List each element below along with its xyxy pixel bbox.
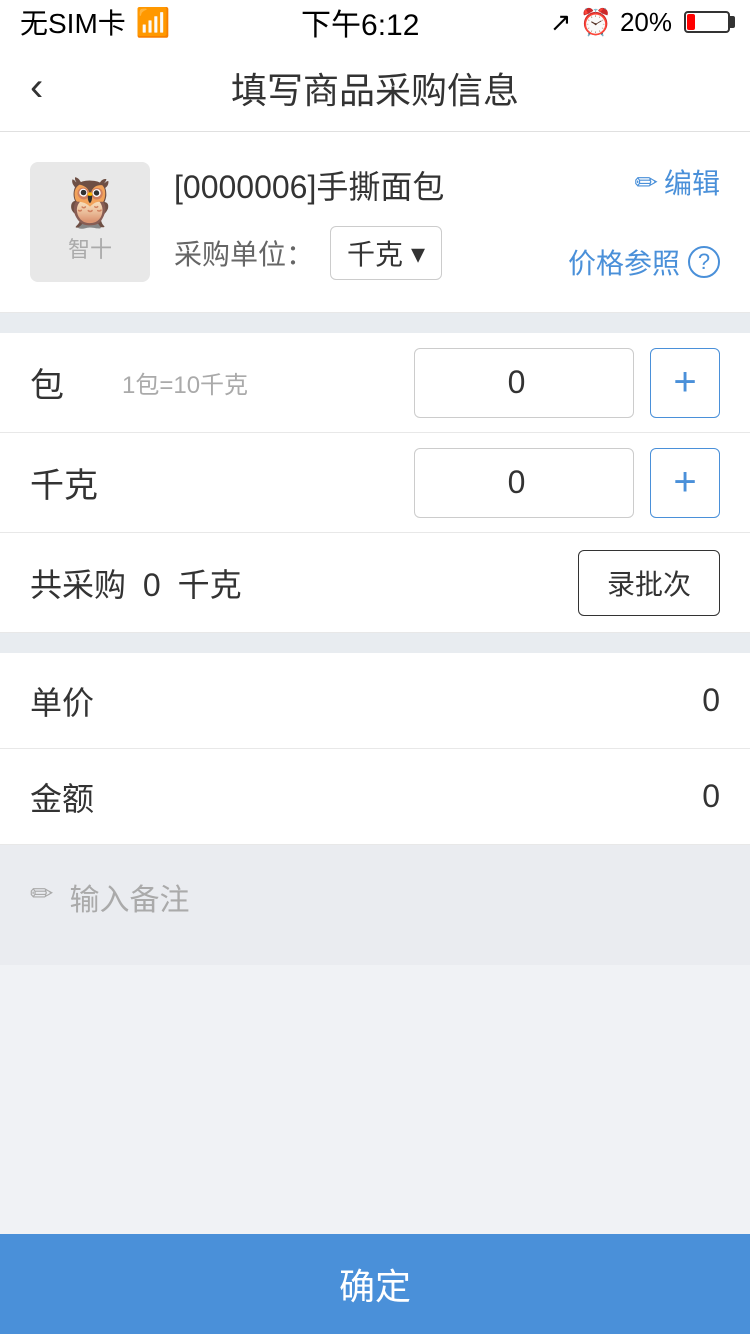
kg-plus-button[interactable]: + [650, 448, 720, 518]
status-bar: 无SIM卡 📶 下午6:12 ↗ ⏰ 20% [0, 0, 750, 44]
kg-label: 千克 [30, 458, 110, 507]
amount-value: 0 [702, 778, 720, 815]
pencil-icon: ✏ [30, 877, 53, 910]
location-icon: ↗ [550, 7, 572, 38]
plus-icon: + [673, 360, 696, 405]
bag-plus-button[interactable]: + [650, 348, 720, 418]
summary-row: 共采购 0 千克 录批次 [0, 533, 750, 633]
page-title: 填写商品采购信息 [231, 62, 519, 114]
amount-label: 金额 [30, 774, 94, 820]
product-thumb-owl-icon: 🦉 [60, 180, 120, 228]
status-left: 无SIM卡 📶 [20, 2, 171, 42]
product-thumbnail: 🦉 智十 [30, 162, 150, 282]
unit-value: 千克 [347, 233, 403, 273]
amount-row: 金额 0 [0, 749, 750, 845]
notes-section[interactable]: ✏ 输入备注 [0, 845, 750, 965]
section-divider-1 [0, 313, 750, 333]
edit-button[interactable]: ✏ 编辑 [635, 162, 720, 202]
status-right: ↗ ⏰ 20% [550, 7, 730, 38]
battery-text: 20% [620, 7, 672, 38]
confirm-button[interactable]: 确定 [0, 1234, 750, 1334]
unit-label: 采购单位： [174, 233, 314, 273]
status-time: 下午6:12 [301, 0, 419, 44]
unit-price-value: 0 [702, 682, 720, 719]
back-button[interactable]: ‹ [30, 65, 43, 110]
unit-price-label: 单价 [30, 678, 94, 724]
section-divider-2 [0, 633, 750, 653]
bag-sub-label: 1包=10千克 [122, 365, 414, 400]
carrier-text: 无SIM卡 [20, 2, 126, 42]
price-section: 单价 0 金额 0 [0, 653, 750, 845]
summary-prefix: 共采购 [30, 567, 126, 603]
batch-button[interactable]: 录批次 [578, 550, 720, 616]
bag-input[interactable] [414, 348, 634, 418]
nav-bar: ‹ 填写商品采购信息 [0, 44, 750, 132]
kg-input-row: 千克 + [0, 433, 750, 533]
notes-placeholder: 输入备注 [69, 875, 189, 919]
battery-icon [684, 11, 730, 33]
bag-input-row: 包 1包=10千克 + [0, 333, 750, 433]
kg-input[interactable] [414, 448, 634, 518]
product-thumb-label: 智十 [68, 232, 112, 264]
alarm-icon: ⏰ [580, 7, 612, 38]
kg-input-wrap: + [414, 448, 720, 518]
unit-price-row: 单价 0 [0, 653, 750, 749]
bag-input-wrap: + [414, 348, 720, 418]
wifi-icon: 📶 [136, 6, 171, 39]
price-ref-label: 价格参照 [568, 242, 680, 282]
edit-label: 编辑 [664, 162, 720, 202]
summary-value: 0 [143, 567, 161, 603]
price-ref-button[interactable]: 价格参照 ? [568, 242, 720, 282]
bag-label: 包 [30, 358, 110, 407]
question-icon: ? [688, 246, 720, 278]
summary-unit: 千克 [178, 567, 242, 603]
plus-icon-2: + [673, 460, 696, 505]
unit-dropdown[interactable]: 千克 ▾ [330, 226, 442, 280]
edit-icon: ✏ [635, 166, 658, 199]
content-area: 🦉 智十 [0000006]手撕面包 采购单位： 千克 ▾ ✏ 编辑 价格参照 … [0, 132, 750, 1065]
product-card: 🦉 智十 [0000006]手撕面包 采购单位： 千克 ▾ ✏ 编辑 价格参照 … [0, 132, 750, 313]
summary-text: 共采购 0 千克 [30, 560, 242, 606]
input-section: 包 1包=10千克 + 千克 + 共采购 0 [0, 333, 750, 633]
chevron-down-icon: ▾ [411, 237, 425, 270]
